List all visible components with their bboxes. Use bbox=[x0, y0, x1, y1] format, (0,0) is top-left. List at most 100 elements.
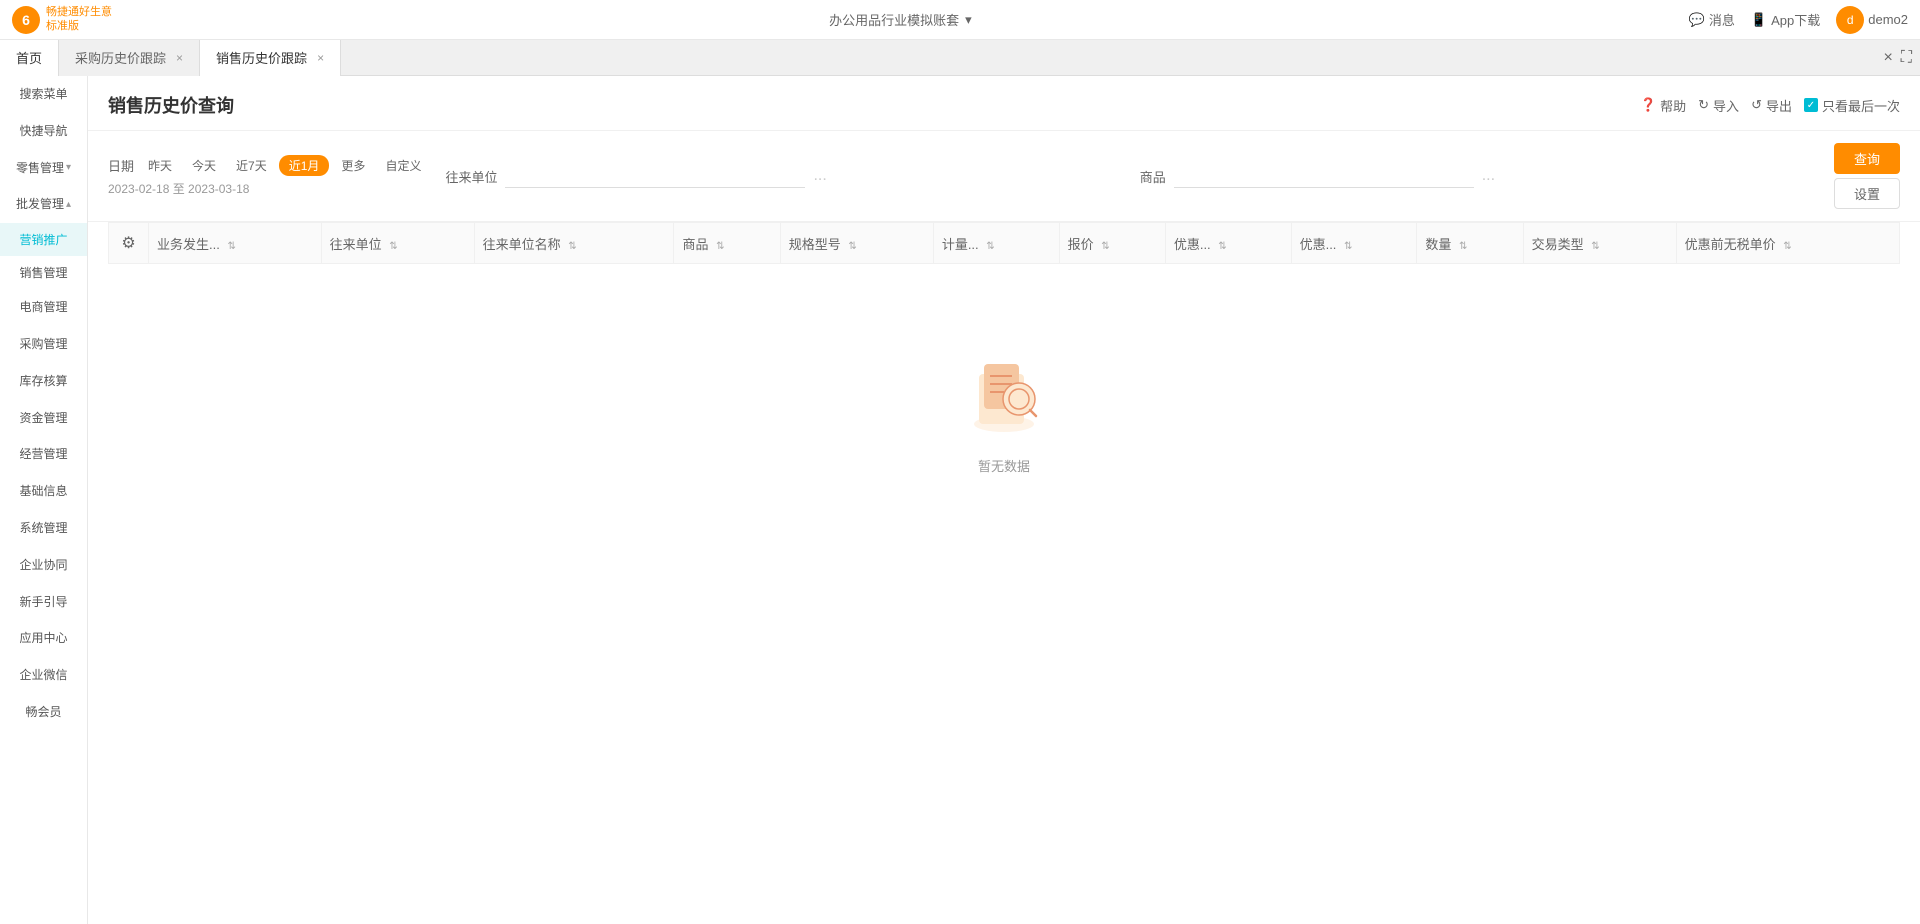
dropdown-icon[interactable]: ▾ bbox=[965, 12, 972, 28]
sidebar-item-inventory-label: 库存核算 bbox=[19, 374, 67, 388]
sidebar-item-wechat[interactable]: 企业微信 bbox=[0, 657, 87, 694]
date-opt-custom[interactable]: 自定义 bbox=[377, 155, 429, 176]
import-icon: ↻ bbox=[1698, 97, 1709, 113]
partner-input[interactable] bbox=[505, 164, 805, 188]
avatar: d bbox=[1836, 6, 1864, 34]
sidebar-item-guide[interactable]: 新手引导 bbox=[0, 584, 87, 621]
only-last-checkbox-area[interactable]: ✓ 只看最后一次 bbox=[1804, 96, 1900, 115]
main-layout: 搜索菜单 快捷导航 零售管理 ▾ 批发管理 ▴ 营销推广 销售管理 电商管理 采… bbox=[0, 76, 1920, 924]
search-button[interactable]: 查询 bbox=[1834, 143, 1900, 174]
user-area[interactable]: d demo2 bbox=[1836, 6, 1908, 34]
topbar-center: 办公用品行业模拟账套 ▾ bbox=[829, 10, 972, 29]
tab-purchase-label: 采购历史价跟踪 bbox=[75, 48, 166, 67]
sidebar-item-enterprise-label: 企业协同 bbox=[19, 558, 67, 572]
sidebar-item-quick-nav[interactable]: 快捷导航 bbox=[0, 113, 87, 150]
export-action[interactable]: ↺ 导出 bbox=[1751, 96, 1792, 115]
sidebar: 搜索菜单 快捷导航 零售管理 ▾ 批发管理 ▴ 营销推广 销售管理 电商管理 采… bbox=[0, 76, 88, 924]
sidebar-item-sales-mgmt[interactable]: 销售管理 bbox=[0, 256, 87, 289]
sidebar-item-ecommerce-label: 电商管理 bbox=[19, 300, 67, 314]
import-action[interactable]: ↻ 导入 bbox=[1698, 96, 1739, 115]
app-download-nav[interactable]: 📱 App下载 bbox=[1751, 10, 1820, 29]
sidebar-item-search[interactable]: 搜索菜单 bbox=[0, 76, 87, 113]
wholesale-arrow-icon: ▴ bbox=[66, 198, 71, 212]
tab-sales-label: 销售历史价跟踪 bbox=[216, 48, 307, 67]
product-input[interactable] bbox=[1174, 164, 1474, 188]
product-filter: 商品 ... bbox=[1140, 164, 1818, 188]
sidebar-item-wholesale[interactable]: 批发管理 ▴ bbox=[0, 186, 87, 223]
tab-home[interactable]: 首页 bbox=[0, 40, 59, 76]
th-quantity: 数量 ⇅ bbox=[1417, 223, 1523, 264]
th-trade-type: 交易类型 ⇅ bbox=[1523, 223, 1676, 264]
sidebar-item-retail[interactable]: 零售管理 ▾ bbox=[0, 150, 87, 187]
sort-product-icon[interactable]: ⇅ bbox=[716, 241, 724, 252]
sidebar-item-inventory[interactable]: 库存核算 bbox=[0, 363, 87, 400]
close-all-tabs-button[interactable]: × bbox=[1883, 49, 1892, 67]
sidebar-item-business-label: 经营管理 bbox=[19, 447, 67, 461]
page-title: 销售历史价查询 bbox=[108, 92, 234, 118]
date-filter: 日期 昨天 今天 近7天 近1月 更多 自定义 2023-02-18 至 202… bbox=[108, 155, 429, 197]
page-actions: ❓ 帮助 ↻ 导入 ↺ 导出 ✓ 只看最后一次 bbox=[1640, 96, 1900, 115]
sort-discount1-icon[interactable]: ⇅ bbox=[1218, 241, 1226, 252]
th-partner-code: 往来单位 ⇅ bbox=[321, 223, 474, 264]
sort-quote-price-icon[interactable]: ⇅ bbox=[1101, 241, 1109, 252]
date-options: 昨天 今天 近7天 近1月 更多 自定义 bbox=[140, 155, 429, 176]
sort-discount2-icon[interactable]: ⇅ bbox=[1344, 241, 1352, 252]
sidebar-item-sales-mgmt-label: 销售管理 bbox=[19, 266, 67, 280]
date-opt-yesterday[interactable]: 昨天 bbox=[140, 155, 180, 176]
tab-purchase-close[interactable]: × bbox=[176, 51, 183, 65]
app-selector-label: 办公用品行业模拟账套 bbox=[829, 10, 959, 29]
product-dots[interactable]: ... bbox=[1482, 167, 1495, 185]
tab-purchase-history[interactable]: 采购历史价跟踪 × bbox=[59, 40, 200, 76]
sidebar-item-system[interactable]: 系统管理 bbox=[0, 510, 87, 547]
sort-pretax-price-icon[interactable]: ⇅ bbox=[1783, 241, 1791, 252]
topbar-right: 💬 消息 📱 App下载 d demo2 bbox=[1689, 6, 1908, 34]
th-discount1: 优惠... ⇅ bbox=[1165, 223, 1291, 264]
sidebar-item-purchase[interactable]: 采购管理 bbox=[0, 326, 87, 363]
sidebar-item-finance[interactable]: 资金管理 bbox=[0, 400, 87, 437]
th-unit: 计量... ⇅ bbox=[933, 223, 1059, 264]
sort-spec-icon[interactable]: ⇅ bbox=[848, 241, 856, 252]
sort-trade-type-icon[interactable]: ⇅ bbox=[1591, 241, 1599, 252]
sort-quantity-icon[interactable]: ⇅ bbox=[1459, 241, 1467, 252]
only-last-checkbox[interactable]: ✓ bbox=[1804, 98, 1818, 112]
filter-row: 日期 昨天 今天 近7天 近1月 更多 自定义 2023-02-18 至 202… bbox=[108, 143, 1900, 209]
partner-label: 往来单位 bbox=[445, 167, 497, 186]
date-opt-more[interactable]: 更多 bbox=[333, 155, 373, 176]
sidebar-item-basic-info[interactable]: 基础信息 bbox=[0, 473, 87, 510]
help-icon: ❓ bbox=[1640, 97, 1656, 113]
maximize-button[interactable]: ⛶ bbox=[1901, 49, 1912, 67]
settings-button[interactable]: 设置 bbox=[1834, 178, 1900, 209]
sidebar-item-search-label: 搜索菜单 bbox=[19, 87, 67, 101]
table-container: ⚙ 业务发生... ⇅ 往来单位 ⇅ 往来单位名称 ⇅ bbox=[88, 222, 1920, 264]
help-action[interactable]: ❓ 帮助 bbox=[1640, 96, 1686, 115]
sidebar-item-finance-label: 资金管理 bbox=[19, 411, 67, 425]
column-settings-icon[interactable]: ⚙ bbox=[121, 235, 135, 252]
sort-partner-name-icon[interactable]: ⇅ bbox=[568, 241, 576, 252]
table-header-row: ⚙ 业务发生... ⇅ 往来单位 ⇅ 往来单位名称 ⇅ bbox=[109, 223, 1900, 264]
sidebar-item-system-label: 系统管理 bbox=[19, 521, 67, 535]
th-product: 商品 ⇅ bbox=[674, 223, 780, 264]
sidebar-item-enterprise[interactable]: 企业协同 bbox=[0, 547, 87, 584]
sidebar-item-purchase-label: 采购管理 bbox=[19, 337, 67, 351]
sidebar-item-app-center[interactable]: 应用中心 bbox=[0, 620, 87, 657]
th-pretax-price: 优惠前无税单价 ⇅ bbox=[1676, 223, 1899, 264]
sidebar-item-business[interactable]: 经营管理 bbox=[0, 436, 87, 473]
partner-dots[interactable]: ... bbox=[813, 167, 826, 185]
sort-unit-icon[interactable]: ⇅ bbox=[986, 241, 994, 252]
sort-partner-code-icon[interactable]: ⇅ bbox=[389, 241, 397, 252]
sidebar-item-ecommerce[interactable]: 电商管理 bbox=[0, 289, 87, 326]
sort-business-date-icon[interactable]: ⇅ bbox=[227, 241, 235, 252]
tab-sales-close[interactable]: × bbox=[317, 51, 324, 65]
sidebar-item-wechat-label: 企业微信 bbox=[19, 668, 67, 682]
date-opt-today[interactable]: 今天 bbox=[184, 155, 224, 176]
date-opt-7days[interactable]: 近7天 bbox=[228, 155, 275, 176]
message-nav[interactable]: 💬 消息 bbox=[1689, 10, 1735, 29]
sidebar-item-member[interactable]: 畅会员 bbox=[0, 694, 87, 731]
date-label: 日期 bbox=[108, 156, 134, 175]
th-settings: ⚙ bbox=[109, 223, 149, 264]
content-area: 销售历史价查询 ❓ 帮助 ↻ 导入 ↺ 导出 ✓ 只看最后一次 bbox=[88, 76, 1920, 924]
date-opt-1month[interactable]: 近1月 bbox=[279, 155, 330, 176]
logo-area: 6 畅捷通好生意 标准版 bbox=[12, 6, 112, 34]
sidebar-item-marketing[interactable]: 营销推广 bbox=[0, 223, 87, 256]
tab-sales-history[interactable]: 销售历史价跟踪 × bbox=[200, 40, 341, 76]
